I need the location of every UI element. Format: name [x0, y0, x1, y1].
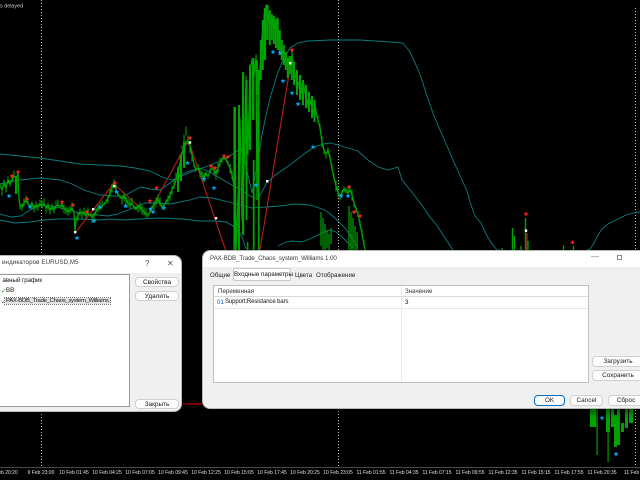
svg-text:10 Feb 17:45: 10 Feb 17:45 [257, 470, 287, 476]
svg-text:11 Feb 09:55: 11 Feb 09:55 [455, 470, 484, 476]
svg-text:10 Feb 15:05: 10 Feb 15:05 [224, 470, 254, 476]
svg-text:11 Feb 23: 11 Feb 23 [624, 470, 640, 476]
svg-text:11 Feb 07:15: 11 Feb 07:15 [422, 470, 451, 476]
svg-text:11 Feb 12:35: 11 Feb 12:35 [488, 470, 517, 476]
svg-text:10 Feb 09:45: 10 Feb 09:45 [158, 470, 188, 476]
svg-text:10 Feb 04:25: 10 Feb 04:25 [92, 470, 122, 476]
svg-text:10 Feb 23:05: 10 Feb 23:05 [323, 470, 353, 476]
svg-text:10 Feb 07:05: 10 Feb 07:05 [125, 470, 155, 476]
svg-text:11 Feb 17:55: 11 Feb 17:55 [554, 470, 583, 476]
svg-text:s delayed: s delayed [0, 4, 23, 10]
svg-text:eb 20:20: eb 20:20 [0, 470, 18, 476]
svg-text:9 Feb 23:00: 9 Feb 23:00 [28, 470, 55, 476]
svg-text:11 Feb 20:35: 11 Feb 20:35 [587, 470, 616, 476]
svg-text:10 Feb 12:25: 10 Feb 12:25 [191, 470, 221, 476]
svg-text:10 Feb 01:45: 10 Feb 01:45 [59, 470, 89, 476]
svg-text:10 Feb 20:25: 10 Feb 20:25 [290, 470, 320, 476]
svg-text:11 Feb 15:15: 11 Feb 15:15 [521, 470, 550, 476]
svg-text:11 Feb 04:35: 11 Feb 04:35 [389, 470, 418, 476]
svg-text:11 Feb 01:55: 11 Feb 01:55 [356, 470, 385, 476]
